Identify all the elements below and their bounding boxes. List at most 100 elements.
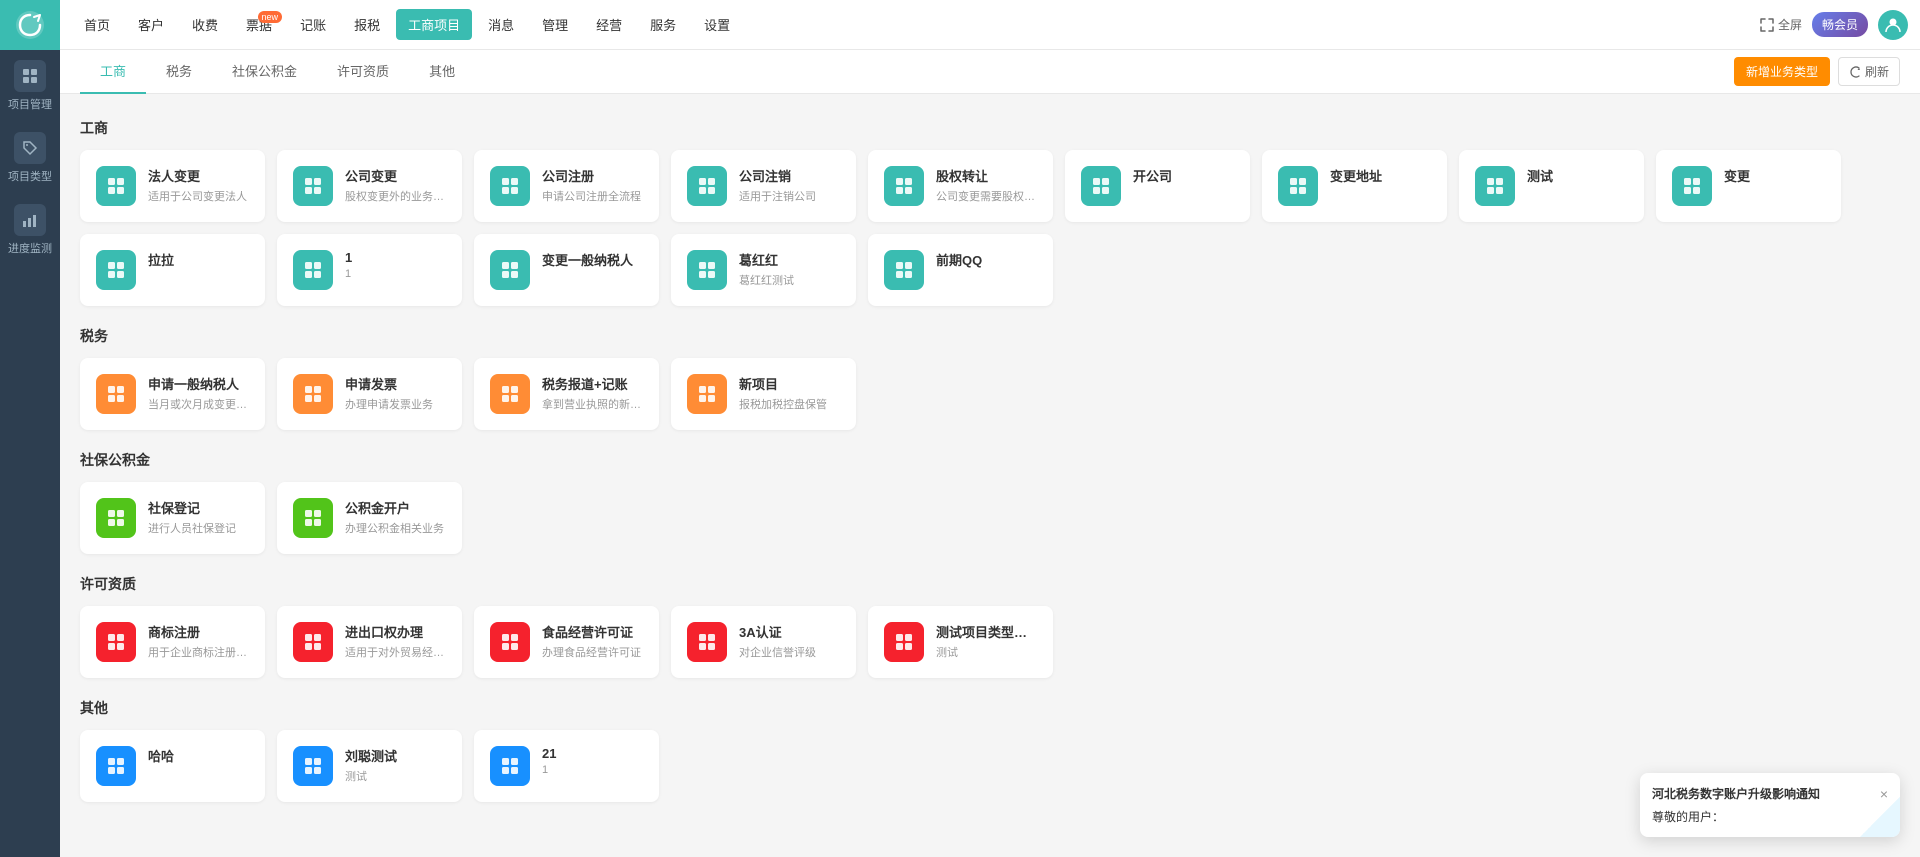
card-0-8[interactable]: 变更 <box>1656 150 1841 222</box>
card-0-11[interactable]: 变更一般纳税人 <box>474 234 659 306</box>
card-0-13[interactable]: 前期QQ <box>868 234 1053 306</box>
card-4-0[interactable]: 哈哈 <box>80 730 265 802</box>
nav-settings[interactable]: 设置 <box>692 9 742 40</box>
avatar[interactable] <box>1878 10 1908 40</box>
card-3-4[interactable]: 测试项目类型自定义 测试 <box>868 606 1053 678</box>
card-1-0[interactable]: 申请一般纳税人 当月或次月成变更完成 <box>80 358 265 430</box>
notification-title: 河北税务数字账户升级影响通知 <box>1652 785 1820 802</box>
nav-operation[interactable]: 经营 <box>584 9 634 40</box>
card-0-1[interactable]: 公司变更 股权变更外的业务变更 <box>277 150 462 222</box>
card-name-0-4: 股权转让 <box>936 166 1037 185</box>
card-info-0-3: 公司注销 适用于注销公司 <box>739 166 840 204</box>
nav-home[interactable]: 首页 <box>72 9 122 40</box>
tag-icon <box>14 132 46 164</box>
card-0-7[interactable]: 测试 <box>1459 150 1644 222</box>
card-icon-0-8 <box>1672 166 1712 206</box>
card-info-4-0: 哈哈 <box>148 746 249 768</box>
card-2-1[interactable]: 公积金开户 办理公积金相关业务 <box>277 482 462 554</box>
card-icon-1-3 <box>687 374 727 414</box>
card-3-2[interactable]: 食品经营许可证 办理食品经营许可证 <box>474 606 659 678</box>
card-1-3[interactable]: 新项目 报税加税控盘保管 <box>671 358 856 430</box>
tab-license[interactable]: 许可资质 <box>317 50 409 94</box>
card-0-6[interactable]: 变更地址 <box>1262 150 1447 222</box>
nav-manage[interactable]: 管理 <box>530 9 580 40</box>
nav-ticket[interactable]: 票据 new <box>234 9 284 40</box>
card-desc-0-0: 适用于公司变更法人 <box>148 188 249 204</box>
card-icon-4-0 <box>96 746 136 786</box>
card-0-10[interactable]: 1 1 <box>277 234 462 306</box>
sidebar-item-project-type[interactable]: 项目类型 <box>0 122 60 194</box>
section-title-3: 许可资质 <box>80 574 1900 594</box>
nav-customer[interactable]: 客户 <box>126 9 176 40</box>
card-name-0-9: 拉拉 <box>148 250 249 269</box>
popup-decoration <box>1860 797 1900 837</box>
card-desc-1-2: 拿到营业执照的新公司 <box>542 396 643 412</box>
card-name-2-0: 社保登记 <box>148 498 249 517</box>
card-desc-0-2: 申请公司注册全流程 <box>542 188 643 204</box>
card-2-0[interactable]: 社保登记 进行人员社保登记 <box>80 482 265 554</box>
card-3-3[interactable]: 3A认证 对企业信誉评级 <box>671 606 856 678</box>
card-4-2[interactable]: 21 1 <box>474 730 659 802</box>
cards-grid-4: 哈哈 刘聪测试 测试 <box>80 730 1900 802</box>
card-3-0[interactable]: 商标注册 用于企业商标注册服务 <box>80 606 265 678</box>
card-info-0-7: 测试 <box>1527 166 1628 188</box>
fullscreen-button[interactable]: 全屏 <box>1760 16 1802 33</box>
nav-message[interactable]: 消息 <box>476 9 526 40</box>
card-0-12[interactable]: 葛红红 葛红红测试 <box>671 234 856 306</box>
nav-business-project[interactable]: 工商项目 <box>396 9 472 40</box>
cards-grid-0: 法人变更 适用于公司变更法人 公司变更 股权变更外的业务变更 <box>80 150 1900 306</box>
tab-actions: 新增业务类型 刷新 <box>1734 57 1900 86</box>
card-0-2[interactable]: 公司注册 申请公司注册全流程 <box>474 150 659 222</box>
card-name-3-1: 进出口权办理 <box>345 622 446 641</box>
tab-tax[interactable]: 税务 <box>146 50 212 94</box>
topnav-right: 全屏 畅会员 <box>1760 10 1908 40</box>
card-name-3-4: 测试项目类型自定义 <box>936 622 1037 641</box>
card-info-3-0: 商标注册 用于企业商标注册服务 <box>148 622 249 660</box>
tab-social-security[interactable]: 社保公积金 <box>212 50 317 94</box>
card-info-1-3: 新项目 报税加税控盘保管 <box>739 374 840 412</box>
card-name-0-5: 开公司 <box>1133 166 1234 185</box>
card-info-3-4: 测试项目类型自定义 测试 <box>936 622 1037 660</box>
card-icon-0-5 <box>1081 166 1121 206</box>
sidebar: 项目管理 项目类型 进度监测 <box>0 0 60 857</box>
nav-tax[interactable]: 报税 <box>342 9 392 40</box>
top-navigation: 首页 客户 收费 票据 new 记账 报税 工商项目 消息 管理 经营 服务 设… <box>60 0 1920 50</box>
new-type-button[interactable]: 新增业务类型 <box>1734 57 1830 86</box>
card-desc-1-1: 办理申请发票业务 <box>345 396 446 412</box>
card-icon-0-3 <box>687 166 727 206</box>
card-3-1[interactable]: 进出口权办理 适用于对外贸易经营者 <box>277 606 462 678</box>
card-0-9[interactable]: 拉拉 <box>80 234 265 306</box>
card-1-1[interactable]: 申请发票 办理申请发票业务 <box>277 358 462 430</box>
main-area: 首页 客户 收费 票据 new 记账 报税 工商项目 消息 管理 经营 服务 设… <box>60 0 1920 857</box>
card-icon-0-6 <box>1278 166 1318 206</box>
card-icon-1-2 <box>490 374 530 414</box>
card-0-4[interactable]: 股权转让 公司变更需要股权转让 <box>868 150 1053 222</box>
nav-service[interactable]: 服务 <box>638 9 688 40</box>
card-info-0-2: 公司注册 申请公司注册全流程 <box>542 166 643 204</box>
nav-fee[interactable]: 收费 <box>180 9 230 40</box>
card-0-5[interactable]: 开公司 <box>1065 150 1250 222</box>
card-icon-0-1 <box>293 166 333 206</box>
card-1-2[interactable]: 税务报道+记账 拿到营业执照的新公司 <box>474 358 659 430</box>
nav-bookkeeping[interactable]: 记账 <box>288 9 338 40</box>
tab-business[interactable]: 工商 <box>80 50 146 94</box>
card-icon-0-13 <box>884 250 924 290</box>
sidebar-item-progress-monitor[interactable]: 进度监测 <box>0 194 60 266</box>
vip-button[interactable]: 畅会员 <box>1812 12 1868 37</box>
tab-other[interactable]: 其他 <box>409 50 475 94</box>
card-desc-0-3: 适用于注销公司 <box>739 188 840 204</box>
card-name-0-13: 前期QQ <box>936 250 1037 269</box>
card-info-0-6: 变更地址 <box>1330 166 1431 188</box>
notification-body: 尊敬的用户： <box>1652 808 1888 825</box>
section-title-4: 其他 <box>80 698 1900 718</box>
card-name-0-1: 公司变更 <box>345 166 446 185</box>
notification-header: 河北税务数字账户升级影响通知 × <box>1652 785 1888 802</box>
card-desc-0-1: 股权变更外的业务变更 <box>345 188 446 204</box>
card-name-0-3: 公司注销 <box>739 166 840 185</box>
card-0-0[interactable]: 法人变更 适用于公司变更法人 <box>80 150 265 222</box>
refresh-button[interactable]: 刷新 <box>1838 57 1900 86</box>
sidebar-logo[interactable] <box>0 0 60 50</box>
card-4-1[interactable]: 刘聪测试 测试 <box>277 730 462 802</box>
card-0-3[interactable]: 公司注销 适用于注销公司 <box>671 150 856 222</box>
sidebar-item-project-management[interactable]: 项目管理 <box>0 50 60 122</box>
